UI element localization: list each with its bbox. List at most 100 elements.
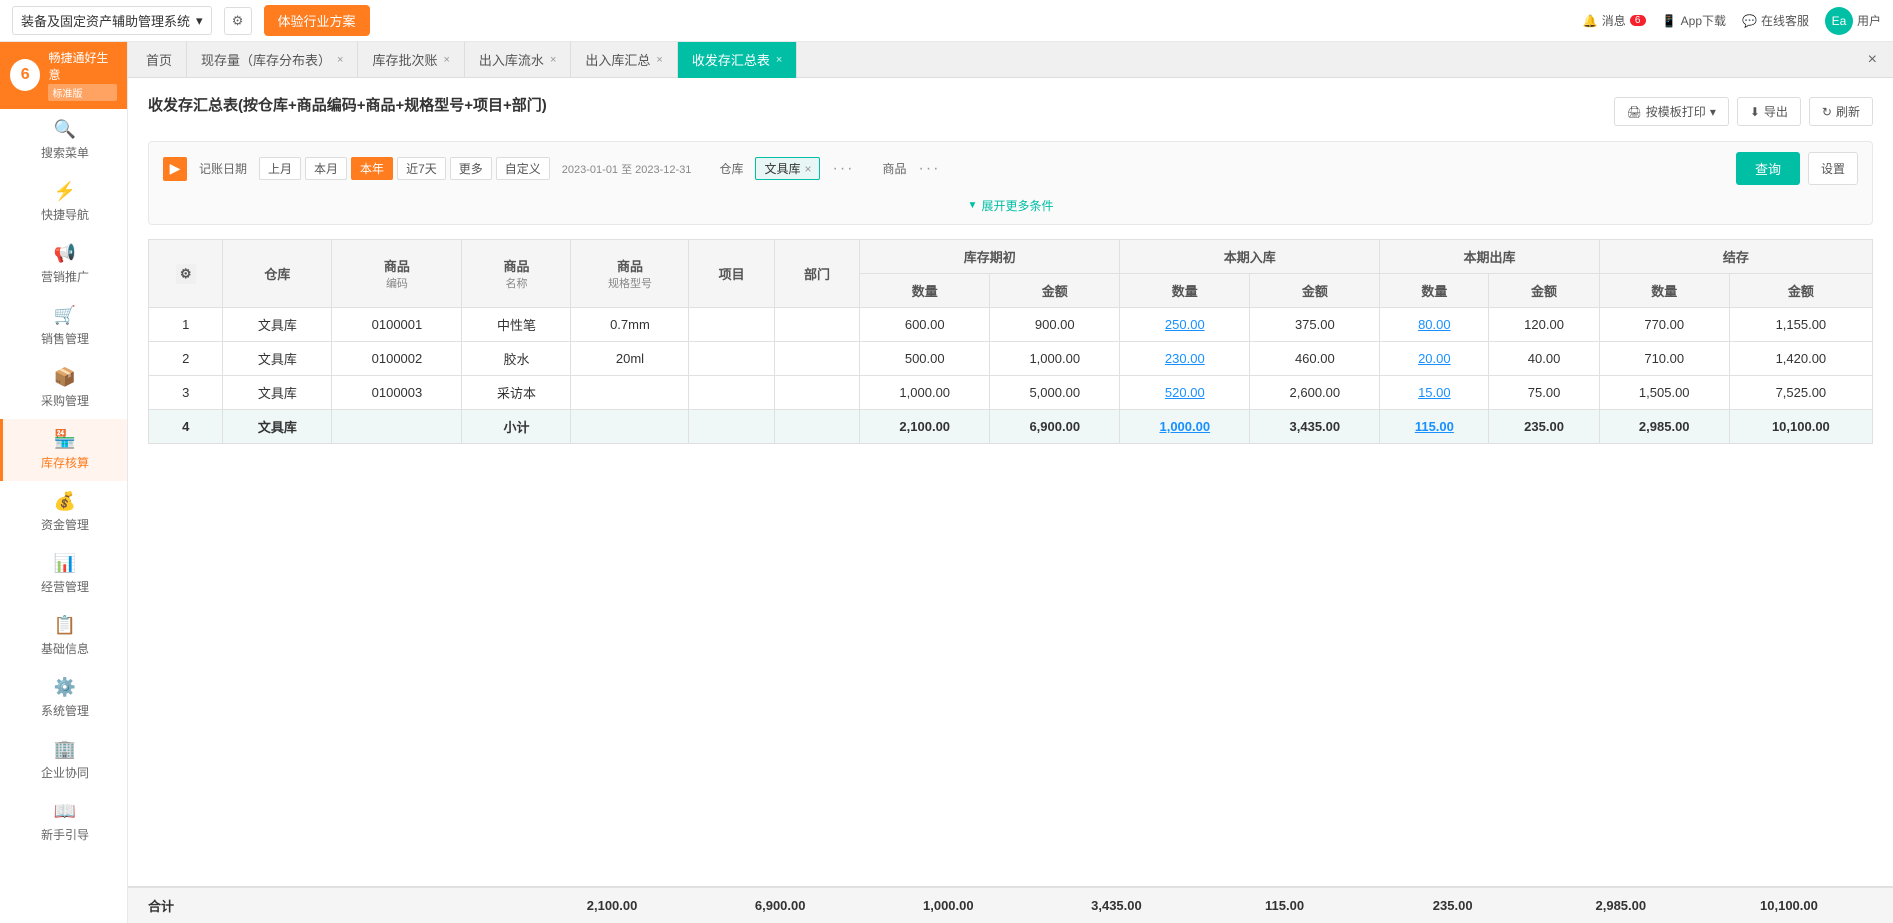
table-row-open-qty: 600.00 <box>860 308 990 342</box>
query-btn[interactable]: 查询 <box>1736 152 1800 185</box>
table-row-project <box>689 376 774 410</box>
table-row-out-amt: 40.00 <box>1489 342 1599 376</box>
th-close-qty: 数量 <box>1599 274 1729 308</box>
table-row-in-qty[interactable]: 250.00 <box>1120 308 1250 342</box>
system-title: 装备及固定资产辅助管理系统 <box>21 11 190 30</box>
table-row-out-amt: 75.00 <box>1489 376 1599 410</box>
table-settings-icon[interactable]: ⚙ <box>176 264 196 284</box>
table-row-name: 胶水 <box>462 342 571 376</box>
tab-bar-close-all[interactable]: × <box>1856 51 1889 69</box>
sidebar-item-marketing[interactable]: 📢 营销推广 <box>0 233 127 295</box>
filter-section: ▶ 记账日期 上月 本月 本年 近7天 更多 自定义 2023-01-01 至 … <box>148 141 1873 225</box>
date-buttons: 上月 本月 本年 近7天 更多 自定义 <box>259 157 550 180</box>
table-row-out-qty[interactable]: 115.00 <box>1380 410 1489 444</box>
tab-inout-summary[interactable]: 出入库汇总 × <box>571 42 677 78</box>
table-row-close-qty: 2,985.00 <box>1599 410 1729 444</box>
table-row-out-qty[interactable]: 20.00 <box>1380 342 1489 376</box>
table-row-name: 采访本 <box>462 376 571 410</box>
corp-icon: 🏢 <box>54 739 76 760</box>
table-row-code: 0100003 <box>332 376 462 410</box>
th-in-amt: 金额 <box>1250 274 1380 308</box>
sidebar-item-label: 经营管理 <box>41 578 89 595</box>
sidebar-item-sales[interactable]: 🛒 销售管理 <box>0 295 127 357</box>
th-product-spec: 商品规格型号 <box>571 240 689 308</box>
sidebar-item-search[interactable]: 🔍 搜索菜单 <box>0 109 127 171</box>
online-service-btn[interactable]: 💬 在线客服 <box>1742 12 1809 29</box>
table-row-close-amt: 7,525.00 <box>1729 376 1872 410</box>
total-in-qty: 1,000.00 <box>864 898 1032 913</box>
warehouse-filter-label: 仓库 <box>719 160 743 177</box>
table-row-project <box>689 410 774 444</box>
tab-inout-flow-close[interactable]: × <box>550 54 556 66</box>
basic-info-icon: 📋 <box>54 615 76 636</box>
table-row-code <box>332 410 462 444</box>
table-row-dept <box>774 342 859 376</box>
printer-icon: 🖨 <box>1627 105 1642 119</box>
th-open-qty: 数量 <box>860 274 990 308</box>
total-out-qty: 115.00 <box>1201 898 1369 913</box>
tab-batch-ledger-close[interactable]: × <box>443 54 449 66</box>
table-row-code: 0100002 <box>332 342 462 376</box>
logo-badge: 标准版 <box>48 84 117 101</box>
th-settings[interactable]: ⚙ <box>149 240 223 308</box>
sidebar-item-purchase[interactable]: 📦 采购管理 <box>0 357 127 419</box>
tab-inout-summary-label: 出入库汇总 <box>585 50 650 69</box>
expand-arrow-icon: ▼ <box>968 200 978 211</box>
sidebar-item-finance[interactable]: 💰 资金管理 <box>0 481 127 543</box>
purchase-icon: 📦 <box>54 367 76 388</box>
expand-more-btn[interactable]: ▼ 展开更多条件 <box>163 193 1858 214</box>
table-row-warehouse: 文具库 <box>223 308 332 342</box>
export-btn[interactable]: ⬇ 导出 <box>1737 97 1801 126</box>
settings-filter-btn[interactable]: 设置 <box>1808 152 1858 185</box>
trial-btn[interactable]: 体验行业方案 <box>264 5 370 36</box>
tab-recv-send-summary-close[interactable]: × <box>776 54 782 66</box>
tab-stock-dist-close[interactable]: × <box>337 54 343 66</box>
table-row-open-qty: 2,100.00 <box>860 410 990 444</box>
date-btn-more[interactable]: 更多 <box>450 157 492 180</box>
operations-icon: 📊 <box>54 553 76 574</box>
sidebar-item-inventory[interactable]: 🏪 库存核算 <box>0 419 127 481</box>
table-row-out-qty[interactable]: 15.00 <box>1380 376 1489 410</box>
date-btn-prev-month[interactable]: 上月 <box>259 157 301 180</box>
goods-more-btn[interactable]: ··· <box>918 160 940 178</box>
warehouse-tag-text: 文具库 <box>764 160 800 177</box>
tab-batch-ledger[interactable]: 库存批次账 × <box>358 42 464 78</box>
th-dept: 部门 <box>774 240 859 308</box>
table-row-warehouse: 文具库 <box>223 376 332 410</box>
tab-stock-dist[interactable]: 现存量（库存分布表） × <box>187 42 358 78</box>
warehouse-tag-close[interactable]: × <box>804 162 811 176</box>
notifications-btn[interactable]: 🔔 消息 6 <box>1583 12 1646 29</box>
settings-gear-btn[interactable]: ⚙ <box>224 7 252 35</box>
notifications-label: 消息 <box>1602 12 1626 29</box>
sidebar-item-system[interactable]: ⚙️ 系统管理 <box>0 667 127 729</box>
tab-inout-flow[interactable]: 出入库流水 × <box>465 42 571 78</box>
table-row-close-amt: 1,420.00 <box>1729 342 1872 376</box>
sidebar-item-corp[interactable]: 🏢 企业协同 <box>0 729 127 791</box>
table-row-out-qty[interactable]: 80.00 <box>1380 308 1489 342</box>
system-selector[interactable]: 装备及固定资产辅助管理系统 ▾ <box>12 6 212 35</box>
page-title: 收发存汇总表(按仓库+商品编码+商品+规格型号+项目+部门) <box>148 94 547 115</box>
refresh-btn[interactable]: ↻ 刷新 <box>1809 97 1873 126</box>
sidebar-item-operations[interactable]: 📊 经营管理 <box>0 543 127 605</box>
table-row-in-qty[interactable]: 1,000.00 <box>1120 410 1250 444</box>
sidebar-item-basic-info[interactable]: 📋 基础信息 <box>0 605 127 667</box>
tab-inout-summary-close[interactable]: × <box>656 54 662 66</box>
sidebar-item-quick-nav[interactable]: ⚡ 快捷导航 <box>0 171 127 233</box>
date-btn-7days[interactable]: 近7天 <box>397 157 446 180</box>
table-row-in-qty[interactable]: 520.00 <box>1120 376 1250 410</box>
user-btn[interactable]: Ea 用户 <box>1825 7 1881 35</box>
date-btn-custom[interactable]: 自定义 <box>496 157 550 180</box>
app-download-btn[interactable]: 📱 App下载 <box>1662 12 1726 29</box>
date-btn-curr-year[interactable]: 本年 <box>351 157 393 180</box>
table-row-in-qty[interactable]: 230.00 <box>1120 342 1250 376</box>
sidebar-item-label: 营销推广 <box>41 268 89 285</box>
tab-recv-send-summary[interactable]: 收发存汇总表 × <box>678 42 797 78</box>
sidebar-logo: 6 畅捷通好生意 标准版 <box>0 42 127 109</box>
sidebar-item-guide[interactable]: 📖 新手引导 <box>0 791 127 853</box>
date-btn-curr-month[interactable]: 本月 <box>305 157 347 180</box>
tab-home[interactable]: 首页 <box>132 42 187 78</box>
th-close-amt: 金额 <box>1729 274 1872 308</box>
print-btn[interactable]: 🖨 按模板打印 ▾ <box>1614 97 1729 126</box>
filter-toggle-btn[interactable]: ▶ <box>163 157 187 181</box>
warehouse-more-btn[interactable]: ··· <box>832 160 854 178</box>
